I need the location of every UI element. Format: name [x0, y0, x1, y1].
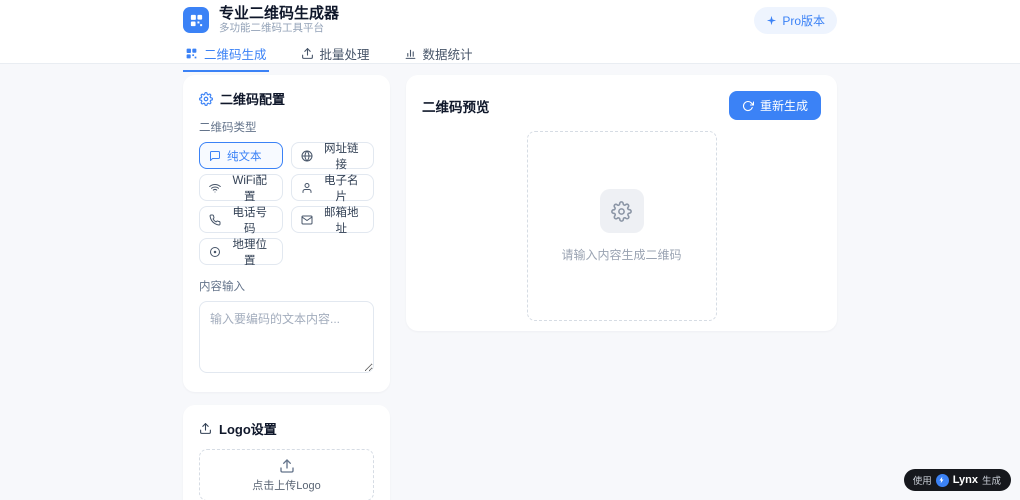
user-icon — [301, 182, 313, 194]
tab-batch-process[interactable]: 批量处理 — [299, 40, 372, 72]
mail-icon — [301, 214, 313, 226]
page-subtitle: 多功能二维码工具平台 — [219, 22, 324, 34]
wifi-icon — [209, 182, 221, 194]
type-button-url[interactable]: 网址链接 — [290, 142, 374, 171]
type-button-location[interactable]: 地理位置 — [199, 238, 283, 267]
message-icon — [209, 150, 221, 162]
qr-type-grid: 纯文本 网址链接 WiFi配置 电子名片 电话号码 邮箱地址 地理位置 — [199, 142, 374, 267]
app-header: 专业二维码生成器 多功能二维码工具平台 Pro版本 二维码生成 批量处理 数据统… — [0, 0, 1020, 72]
badge-suffix: 生成 — [981, 476, 1001, 487]
sparkle-icon — [766, 15, 777, 26]
lynx-attribution-badge[interactable]: 使用 Lynx 生成 — [903, 469, 1011, 491]
badge-brand: Lynx — [952, 474, 978, 486]
qr-icon — [185, 47, 198, 60]
preview-panel-title: 二维码预览 — [422, 99, 490, 115]
upload-icon — [301, 47, 314, 60]
location-icon — [209, 246, 221, 258]
qr-type-label: 二维码类型 — [199, 122, 257, 134]
gear-tile — [599, 189, 644, 233]
upload-hint-text: 点击上传Logo — [252, 479, 321, 492]
qr-code-icon — [189, 13, 204, 28]
bar-chart-icon — [404, 47, 417, 60]
type-button-vcard[interactable]: 电子名片 — [290, 174, 374, 203]
logo-upload-dropzone[interactable]: 点击上传Logo — [199, 449, 374, 500]
page-title: 专业二维码生成器 — [219, 5, 340, 22]
logo-settings-panel: Logo设置 点击上传Logo — [183, 405, 390, 500]
config-panel-title: 二维码配置 — [220, 92, 286, 107]
content-input-label: 内容输入 — [199, 281, 245, 293]
qr-preview-panel: 二维码预览 重新生成 请输入内容生成二维码 — [406, 75, 837, 331]
upload-icon — [279, 458, 295, 474]
type-button-email[interactable]: 邮箱地址 — [290, 206, 374, 235]
type-button-wifi[interactable]: WiFi配置 — [199, 174, 283, 203]
gear-icon — [611, 200, 632, 222]
lynx-icon — [935, 473, 949, 487]
pro-version-button[interactable]: Pro版本 — [754, 6, 837, 34]
app-logo — [183, 7, 209, 33]
type-button-plain-text[interactable]: 纯文本 — [199, 142, 283, 169]
config-column: 二维码配置 二维码类型 纯文本 网址链接 WiFi配置 电子名片 电话号码 邮箱… — [183, 75, 390, 500]
gear-icon — [199, 91, 213, 106]
regenerate-button[interactable]: 重新生成 — [728, 91, 821, 120]
preview-placeholder-text: 请输入内容生成二维码 — [561, 248, 682, 262]
upload-icon — [199, 422, 212, 435]
type-button-phone[interactable]: 电话号码 — [199, 206, 283, 235]
globe-icon — [301, 150, 313, 162]
content-input[interactable] — [199, 301, 374, 373]
qr-preview-placeholder: 请输入内容生成二维码 — [526, 131, 717, 321]
refresh-icon — [742, 100, 754, 112]
qr-config-panel: 二维码配置 二维码类型 纯文本 网址链接 WiFi配置 电子名片 电话号码 邮箱… — [183, 75, 390, 392]
tab-statistics[interactable]: 数据统计 — [402, 40, 475, 72]
phone-icon — [209, 214, 221, 226]
logo-panel-title: Logo设置 — [219, 422, 277, 437]
tab-qr-generate[interactable]: 二维码生成 — [183, 40, 269, 72]
badge-prefix: 使用 — [912, 476, 932, 487]
